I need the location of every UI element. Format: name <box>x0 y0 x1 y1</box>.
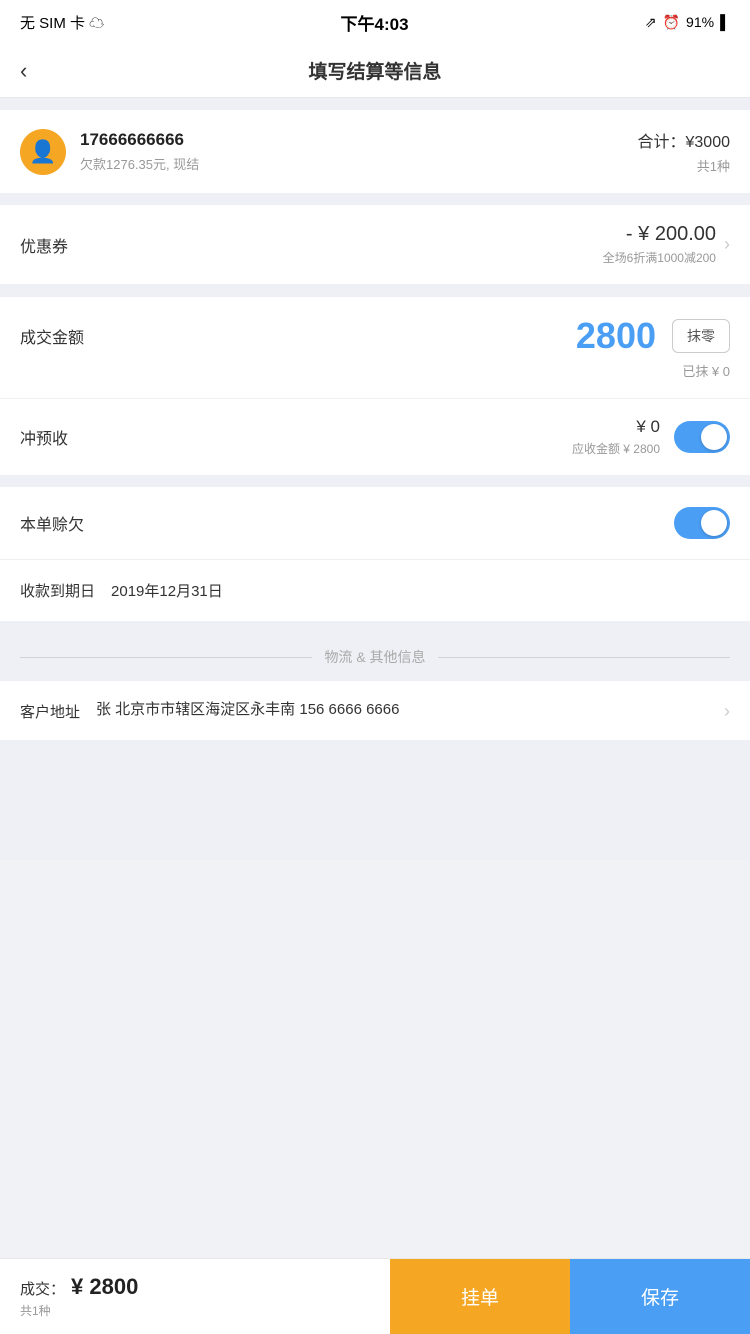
address-label: 客户地址 <box>20 699 80 722</box>
round-button[interactable]: 抹零 <box>672 319 730 353</box>
order-total: 合计：¥3000 <box>638 128 731 152</box>
debt-section: 本单赊欠 <box>0 487 750 559</box>
debt-toggle-knob <box>701 510 727 536</box>
user-info-row: 👤 17666666666 欠款1276.35元, 现结 合计：¥3000 共1… <box>20 128 730 175</box>
charge-toggle[interactable] <box>674 421 730 453</box>
deal-sub-text: 已抹 ¥ 0 <box>20 361 730 380</box>
battery-icon: ▌ <box>720 14 730 30</box>
nav-bar: ‹ 填写结算等信息 <box>0 44 750 98</box>
deal-section: 成交金额 2800 抹零 已抹 ¥ 0 <box>0 297 750 398</box>
coupon-sub: 全场6折满1000减200 <box>603 249 716 266</box>
hang-button[interactable]: 挂单 <box>390 1259 570 1334</box>
coupon-value-block: - ¥ 200.00 全场6折满1000减200 <box>603 223 716 266</box>
logistics-divider: 物流 & 其他信息 <box>0 633 750 681</box>
bottom-count: 共1种 <box>20 1302 370 1319</box>
coupon-row[interactable]: 优惠券 - ¥ 200.00 全场6折满1000减200 › <box>0 205 750 285</box>
user-details: 17666666666 欠款1276.35元, 现结 <box>80 130 199 173</box>
user-info-section: 👤 17666666666 欠款1276.35元, 现结 合计：¥3000 共1… <box>0 110 750 193</box>
location-icon: ⇗ <box>645 14 657 31</box>
user-phone: 17666666666 <box>80 130 199 150</box>
duedate-section: 收款到期日 2019年12月31日 <box>0 559 750 621</box>
avatar: 👤 <box>20 129 66 175</box>
duedate-label: 收款到期日 <box>20 580 95 601</box>
duedate-value: 2019年12月31日 <box>111 580 223 601</box>
battery-level: 91% <box>686 14 714 30</box>
bottom-deal-label: 成交： <box>20 1278 65 1299</box>
debt-toggle[interactable] <box>674 507 730 539</box>
status-time: 下午4:03 <box>341 10 409 35</box>
user-sub-text: 欠款1276.35元, 现结 <box>80 154 199 173</box>
charge-right: ¥ 0 应收金额 ¥ 2800 <box>572 417 730 457</box>
charge-row: 冲预收 ¥ 0 应收金额 ¥ 2800 <box>20 417 730 457</box>
address-section[interactable]: 客户地址 张 北京市市辖区海淀区永丰南 156 6666 6666 › <box>0 681 750 740</box>
coupon-right: - ¥ 200.00 全场6折满1000减200 › <box>603 223 730 266</box>
bottom-bar: 成交： ¥ 2800 共1种 挂单 保存 <box>0 1258 750 1334</box>
section-gap-2 <box>0 193 750 205</box>
deal-label: 成交金额 <box>20 324 84 348</box>
charge-label: 冲预收 <box>20 425 68 449</box>
deal-row: 成交金额 2800 抹零 <box>20 315 730 357</box>
order-count: 共1种 <box>638 156 731 175</box>
coupon-amount: - ¥ 200.00 <box>603 223 716 246</box>
charge-section: 冲预收 ¥ 0 应收金额 ¥ 2800 <box>0 398 750 475</box>
section-gap-1 <box>0 98 750 110</box>
charge-sub: 应收金额 ¥ 2800 <box>572 440 660 457</box>
section-gap-4 <box>0 475 750 487</box>
address-chevron-icon: › <box>724 699 730 722</box>
section-gap-3 <box>0 285 750 297</box>
bottom-deal-line: 成交： ¥ 2800 <box>20 1274 370 1300</box>
alarm-icon: ⏰ <box>663 14 680 31</box>
avatar-icon: 👤 <box>29 139 56 165</box>
save-button[interactable]: 保存 <box>570 1259 750 1334</box>
bottom-deal-amount: ¥ 2800 <box>71 1274 138 1300</box>
address-value: 张 北京市市辖区海淀区永丰南 156 6666 6666 <box>96 699 716 722</box>
toggle-knob <box>701 424 727 450</box>
user-right: 合计：¥3000 共1种 <box>638 128 731 175</box>
charge-amount: ¥ 0 <box>572 417 660 437</box>
charge-amount-block: ¥ 0 应收金额 ¥ 2800 <box>572 417 660 457</box>
divider-line-right <box>438 657 730 658</box>
deal-right: 2800 抹零 <box>576 315 730 357</box>
back-button[interactable]: ‹ <box>20 58 27 84</box>
coupon-label: 优惠券 <box>20 233 68 257</box>
sim-status: 无 SIM 卡 ☁ <box>20 12 104 33</box>
status-bar: 无 SIM 卡 ☁ 下午4:03 ⇗ ⏰ 91% ▌ <box>0 0 750 44</box>
status-left: 无 SIM 卡 ☁ <box>20 12 104 33</box>
user-left: 👤 17666666666 欠款1276.35元, 现结 <box>20 129 199 175</box>
status-right: ⇗ ⏰ 91% ▌ <box>645 14 730 31</box>
empty-space <box>0 740 750 860</box>
bottom-info: 成交： ¥ 2800 共1种 <box>0 1259 390 1334</box>
page-title: 填写结算等信息 <box>308 57 441 84</box>
deal-amount: 2800 <box>576 315 656 357</box>
chevron-right-icon: › <box>724 234 730 255</box>
debt-label: 本单赊欠 <box>20 511 84 535</box>
section-gap-5 <box>0 621 750 633</box>
divider-line-left <box>20 657 312 658</box>
logistics-label: 物流 & 其他信息 <box>324 647 425 667</box>
